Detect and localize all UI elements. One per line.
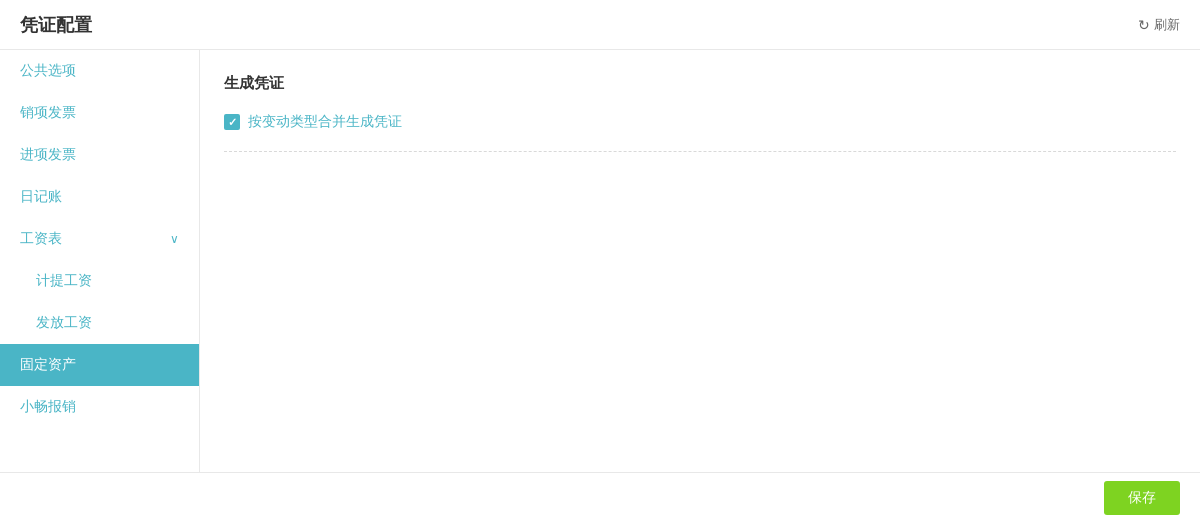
sidebar-item-label: 日记账 — [20, 188, 62, 206]
sidebar-item-label: 公共选项 — [20, 62, 76, 80]
footer: 保存 — [0, 472, 1200, 522]
section-title: 生成凭证 — [224, 74, 1176, 93]
sidebar-item-public-options[interactable]: 公共选项 — [0, 50, 199, 92]
page-title: 凭证配置 — [20, 13, 92, 37]
sidebar-item-label: 发放工资 — [36, 314, 92, 332]
sidebar-item-label: 小畅报销 — [20, 398, 76, 416]
section-divider — [224, 151, 1176, 152]
refresh-label: 刷新 — [1154, 16, 1180, 34]
sidebar-item-fixed-assets[interactable]: 固定资产 — [0, 344, 199, 386]
content-panel: 生成凭证 ✓ 按变动类型合并生成凭证 — [200, 50, 1200, 472]
checkbox-label[interactable]: 按变动类型合并生成凭证 — [248, 113, 402, 131]
sidebar-item-label: 进项发票 — [20, 146, 76, 164]
sidebar-item-label: 固定资产 — [20, 356, 76, 374]
checkmark-icon: ✓ — [228, 116, 237, 129]
refresh-icon: ↻ — [1138, 17, 1150, 33]
main-area: 公共选项销项发票进项发票日记账工资表 ∨ 计提工资发放工资固定资产小畅报销 生成凭证… — [0, 50, 1200, 472]
sidebar-item-label: 工资表 — [20, 230, 62, 248]
sidebar-item-payroll-table[interactable]: 工资表 ∨ — [0, 218, 199, 260]
save-button[interactable]: 保存 — [1104, 481, 1180, 515]
sidebar-item-expense-report[interactable]: 小畅报销 — [0, 386, 199, 428]
checkbox-row: ✓ 按变动类型合并生成凭证 — [224, 113, 1176, 131]
sidebar-item-sales-invoice[interactable]: 销项发票 — [0, 92, 199, 134]
chevron-down-icon: ∨ — [170, 232, 179, 246]
merge-checkbox[interactable]: ✓ — [224, 114, 240, 130]
sidebar: 公共选项销项发票进项发票日记账工资表 ∨ 计提工资发放工资固定资产小畅报销 — [0, 50, 200, 472]
sidebar-item-label: 销项发票 — [20, 104, 76, 122]
sidebar-item-purchase-invoice[interactable]: 进项发票 — [0, 134, 199, 176]
sidebar-item-journal[interactable]: 日记账 — [0, 176, 199, 218]
sidebar-item-label: 计提工资 — [36, 272, 92, 290]
sidebar-item-accrual-wage[interactable]: 计提工资 — [0, 260, 199, 302]
refresh-button[interactable]: ↻ 刷新 — [1138, 16, 1180, 34]
header: 凭证配置 ↻ 刷新 — [0, 0, 1200, 50]
sidebar-item-distribute-wage[interactable]: 发放工资 — [0, 302, 199, 344]
app-container: 凭证配置 ↻ 刷新 公共选项销项发票进项发票日记账工资表 ∨ 计提工资发放工资固定资… — [0, 0, 1200, 522]
